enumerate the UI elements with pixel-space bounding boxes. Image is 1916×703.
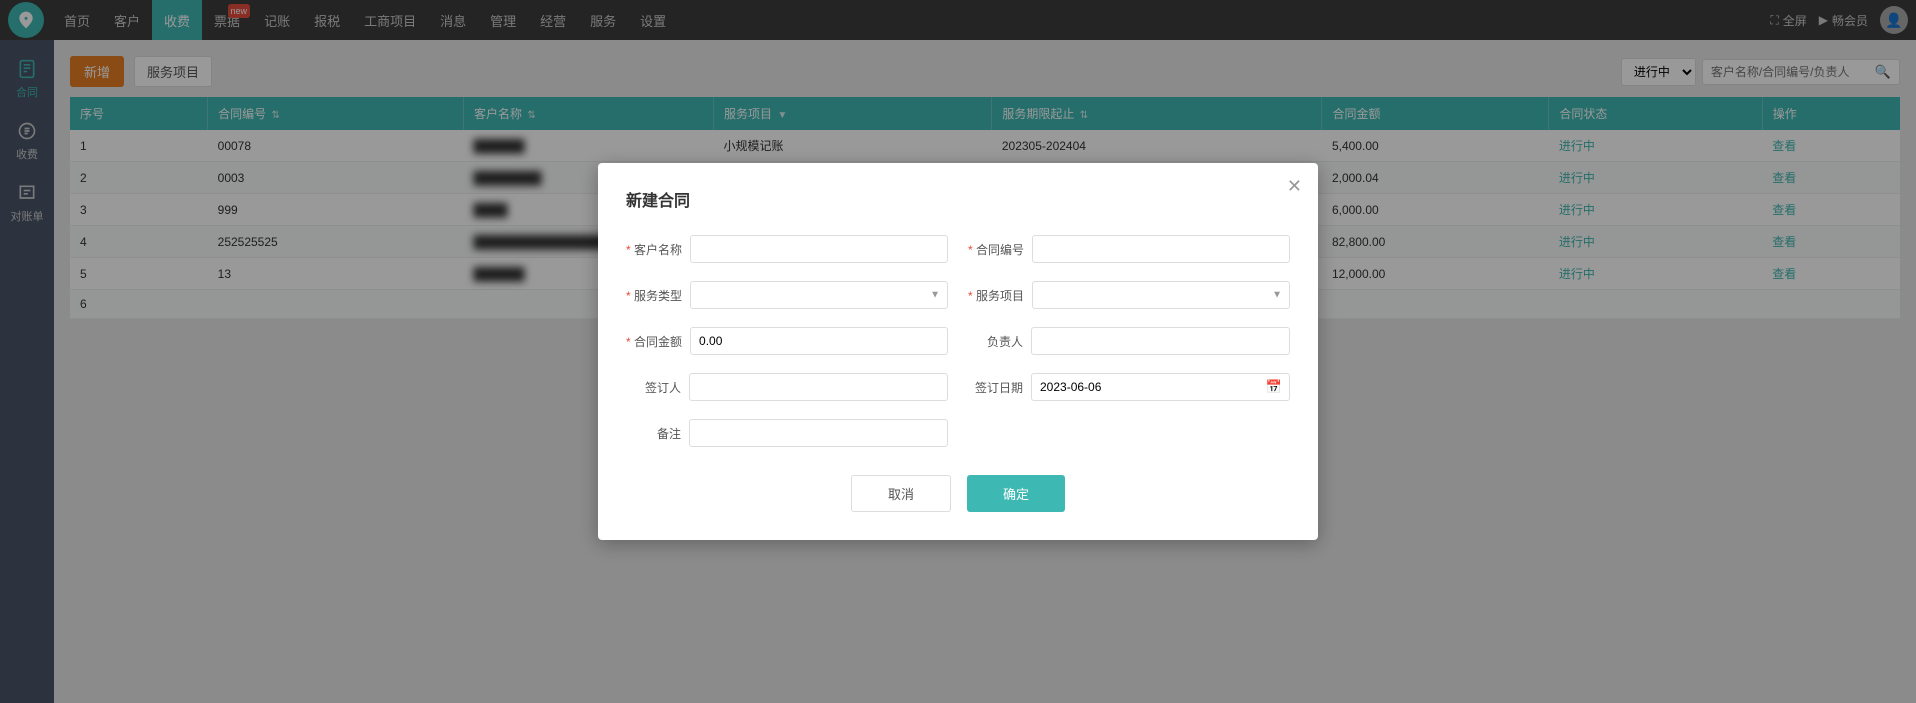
customer-name-input[interactable] [690, 235, 948, 263]
signatory-label: 签订人 [626, 379, 681, 396]
service-type-select[interactable] [690, 281, 948, 309]
service-item-select-wrap [1032, 281, 1290, 309]
service-type-select-wrap [690, 281, 948, 309]
confirm-button[interactable]: 确定 [967, 475, 1065, 512]
form-row-5: 备注 [626, 419, 1290, 447]
service-type-label: 服务类型 [626, 287, 682, 304]
cancel-button[interactable]: 取消 [851, 475, 951, 512]
form-row-2: 服务类型 服务项目 [626, 281, 1290, 309]
sign-date-input[interactable] [1031, 373, 1290, 401]
contract-no-label: 合同编号 [968, 241, 1024, 258]
sign-date-wrap: 📅 [1031, 373, 1290, 401]
modal-overlay[interactable]: ✕ 新建合同 客户名称 合同编号 服务类型 [0, 0, 1916, 703]
customer-name-label: 客户名称 [626, 241, 682, 258]
service-item-label: 服务项目 [968, 287, 1024, 304]
remark-label: 备注 [626, 425, 681, 442]
form-group-service-type: 服务类型 [626, 281, 948, 309]
form-group-service-item: 服务项目 [968, 281, 1290, 309]
form-group-signatory: 签订人 [626, 373, 948, 401]
form-group-contract-no: 合同编号 [968, 235, 1290, 263]
modal-footer: 取消 确定 [626, 475, 1290, 512]
responsible-person-label: 负责人 [968, 333, 1023, 350]
form-group-responsible: 负责人 [968, 327, 1290, 355]
form-group-sign-date: 签订日期 📅 [968, 373, 1290, 401]
contract-amount-label: 合同金额 [626, 333, 682, 350]
form-group-customer: 客户名称 [626, 235, 948, 263]
responsible-person-input[interactable] [1031, 327, 1290, 355]
new-contract-modal: ✕ 新建合同 客户名称 合同编号 服务类型 [598, 163, 1318, 540]
contract-no-input[interactable] [1032, 235, 1290, 263]
modal-title: 新建合同 [626, 187, 1290, 211]
form-group-remark: 备注 [626, 419, 948, 447]
remark-input[interactable] [689, 419, 948, 447]
service-item-select[interactable] [1032, 281, 1290, 309]
signatory-input[interactable] [689, 373, 948, 401]
modal-close-button[interactable]: ✕ [1287, 177, 1302, 195]
form-row-4: 签订人 签订日期 📅 [626, 373, 1290, 401]
sign-date-label: 签订日期 [968, 379, 1023, 396]
contract-amount-input[interactable] [690, 327, 948, 355]
form-row-1: 客户名称 合同编号 [626, 235, 1290, 263]
form-row-3: 合同金额 负责人 [626, 327, 1290, 355]
form-group-amount: 合同金额 [626, 327, 948, 355]
